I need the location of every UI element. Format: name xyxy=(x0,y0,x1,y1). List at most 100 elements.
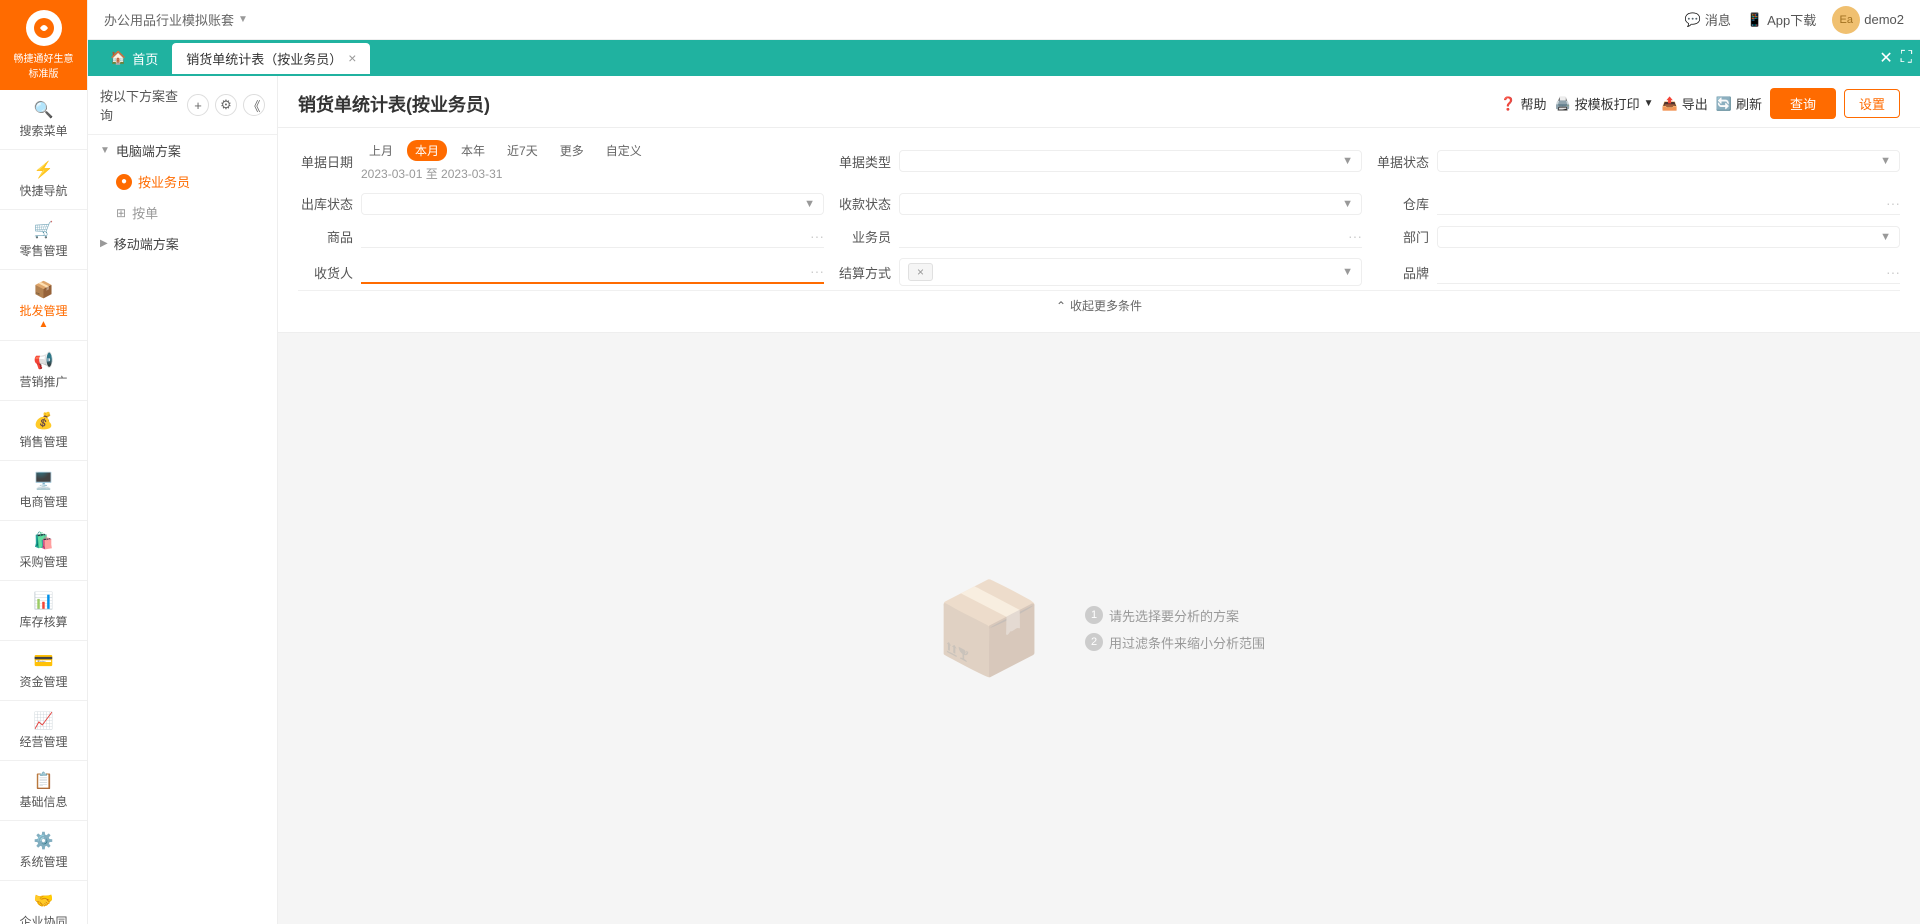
goods-dots-icon[interactable]: ··· xyxy=(810,228,824,244)
user-profile[interactable]: Ea demo2 xyxy=(1832,6,1904,34)
sidebar-item-marketing[interactable]: 📢 营销推广 xyxy=(0,341,87,401)
doctype-select[interactable]: ▼ xyxy=(899,150,1362,172)
page-header: 销货单统计表(按业务员) ❓ 帮助 🖨️ 按模板打印 ▼ 📤 导出 xyxy=(278,76,1920,128)
quicknav-icon: ⚡ xyxy=(34,160,54,180)
date-custom-btn[interactable]: 自定义 xyxy=(598,140,650,161)
salesperson-label: 业务员 xyxy=(836,227,891,246)
settings-scheme-btn[interactable]: ⚙ xyxy=(215,94,237,116)
message-btn[interactable]: 💬 消息 xyxy=(1685,10,1731,29)
print-icon: 🖨️ xyxy=(1554,96,1570,112)
tree-item-salesperson[interactable]: ● 按业务员 xyxy=(88,166,277,197)
sidebar-item-ecom[interactable]: 🖥️ 电商管理 xyxy=(0,461,87,521)
filter-section: 单据日期 上月 本月 本年 近7天 更多 自定义 2023-03-01 至 20… xyxy=(278,128,1920,333)
filter-receiptstatus-col: 收款状态 ▼ xyxy=(836,193,1362,215)
collapse-bar[interactable]: ⌃ 收起更多条件 xyxy=(298,290,1900,320)
tree-item-byorder[interactable]: ⊞ 按单 xyxy=(88,197,277,228)
sidebar: 畅捷通好生意 标准版 🔍 搜索菜单 ⚡ 快捷导航 🛒 零售管理 📦 批发管理 ▲… xyxy=(0,0,88,924)
export-icon: 📤 xyxy=(1662,96,1678,112)
warehouse-label: 仓库 xyxy=(1374,194,1429,213)
main-area: 办公用品行业模拟账套 ▼ 💬 消息 📱 App下载 Ea demo2 🏠 xyxy=(88,0,1920,924)
phone-icon: 📱 xyxy=(1747,12,1763,28)
outstatus-select[interactable]: ▼ xyxy=(361,193,824,215)
date-this-month-btn[interactable]: 本月 xyxy=(407,140,447,161)
tree-group-label: 电脑端方案 xyxy=(116,141,181,160)
sidebar-item-sales[interactable]: 💰 销售管理 xyxy=(0,401,87,461)
order-icon: ⊞ xyxy=(116,206,126,220)
settlement-select[interactable]: × ▼ xyxy=(899,258,1362,286)
department-select[interactable]: ▼ xyxy=(1437,226,1900,248)
sidebar-item-label: 企业协同 xyxy=(19,913,67,924)
filter-outstatus-col: 出库状态 ▼ xyxy=(298,193,824,215)
brand-dots-icon[interactable]: ··· xyxy=(1886,264,1900,280)
tree-toggle-icon: ▶ xyxy=(100,238,108,249)
settlement-tag-close[interactable]: × xyxy=(915,265,926,279)
sidebar-item-finance[interactable]: 💳 资金管理 xyxy=(0,641,87,701)
tab-report[interactable]: 销货单统计表（按业务员） × xyxy=(172,43,370,74)
collapse-up-icon: ⌃ xyxy=(1056,299,1066,313)
tab-close-icon[interactable]: × xyxy=(348,51,356,65)
add-scheme-btn[interactable]: + xyxy=(187,94,209,116)
date-bar: 上月 本月 本年 近7天 更多 自定义 xyxy=(361,140,824,161)
refresh-btn[interactable]: 🔄 刷新 xyxy=(1716,94,1762,113)
basic-icon: 📋 xyxy=(34,771,54,791)
help-icon: ❓ xyxy=(1500,96,1516,112)
settings-button[interactable]: 设置 xyxy=(1844,89,1900,118)
topbar: 办公用品行业模拟账套 ▼ 💬 消息 📱 App下载 Ea demo2 xyxy=(88,0,1920,40)
company-dropdown[interactable]: 办公用品行业模拟账套 ▼ xyxy=(104,10,248,29)
right-main: 销货单统计表(按业务员) ❓ 帮助 🖨️ 按模板打印 ▼ 📤 导出 xyxy=(278,76,1920,924)
sales-icon: 💰 xyxy=(34,411,54,431)
template-print-label: 按模板打印 xyxy=(1575,94,1640,113)
tab-expand-actions: ✕ ⛶ xyxy=(1879,48,1912,68)
sidebar-item-inventory[interactable]: 📊 库存核算 xyxy=(0,581,87,641)
department-arrow-icon: ▼ xyxy=(1880,231,1891,243)
sidebar-item-purchase[interactable]: 🛍️ 采购管理 xyxy=(0,521,87,581)
date-last-month-btn[interactable]: 上月 xyxy=(361,140,401,161)
tabbar: 🏠 首页 销货单统计表（按业务员） × ✕ ⛶ xyxy=(88,40,1920,76)
salesperson-dots-icon[interactable]: ··· xyxy=(1348,228,1362,244)
date-last7-btn[interactable]: 近7天 xyxy=(499,140,546,161)
tab-report-label: 销货单统计表（按业务员） xyxy=(186,49,342,68)
app-download-btn[interactable]: 📱 App下载 xyxy=(1747,10,1816,29)
sidebar-logo: 畅捷通好生意 标准版 xyxy=(0,0,87,90)
export-label: 导出 xyxy=(1682,94,1708,113)
refresh-label: 刷新 xyxy=(1736,94,1762,113)
close-window-icon[interactable]: ✕ xyxy=(1879,48,1892,68)
retail-icon: 🛒 xyxy=(34,220,54,240)
sidebar-item-retail[interactable]: 🛒 零售管理 xyxy=(0,210,87,270)
left-panel: 按以下方案查询 + ⚙ 《 ▼ 电脑端方案 ● 按业务员 ⊞ 按单 xyxy=(88,76,278,924)
sidebar-item-search[interactable]: 🔍 搜索菜单 xyxy=(0,90,87,150)
help-btn[interactable]: ❓ 帮助 xyxy=(1500,94,1546,113)
logo-label: 畅捷通好生意 xyxy=(14,50,74,65)
hint2-num: 2 xyxy=(1085,633,1103,651)
expand-icon[interactable]: ⛶ xyxy=(1901,49,1912,67)
query-button[interactable]: 查询 xyxy=(1770,88,1836,119)
sidebar-item-system[interactable]: ⚙️ 系统管理 xyxy=(0,821,87,881)
sidebar-item-basic[interactable]: 📋 基础信息 xyxy=(0,761,87,821)
tab-home[interactable]: 🏠 首页 xyxy=(96,43,172,74)
date-more-btn[interactable]: 更多 xyxy=(552,140,592,161)
sidebar-item-label: 批发管理 xyxy=(19,302,67,319)
tree-group-label: 移动端方案 xyxy=(114,234,179,253)
hint1-num: 1 xyxy=(1085,606,1103,624)
system-icon: ⚙️ xyxy=(34,831,54,851)
help-label: 帮助 xyxy=(1520,94,1546,113)
empty-state: 1 请先选择要分析的方案 2 用过滤条件来缩小分析范围 xyxy=(1085,606,1265,652)
collapse-panel-btn[interactable]: 《 xyxy=(243,94,265,116)
export-btn[interactable]: 📤 导出 xyxy=(1662,94,1708,113)
receiver-dots-icon[interactable]: ··· xyxy=(810,263,824,279)
docstatus-select[interactable]: ▼ xyxy=(1437,150,1900,172)
tree-item-pc[interactable]: ▼ 电脑端方案 xyxy=(88,135,277,166)
sidebar-item-wholesale[interactable]: 📦 批发管理 ▲ xyxy=(0,270,87,341)
warehouse-dots-icon[interactable]: ··· xyxy=(1886,195,1900,211)
sidebar-item-enterprise[interactable]: 🤝 企业协同 xyxy=(0,881,87,924)
date-label: 单据日期 xyxy=(298,152,353,171)
receiptstatus-select[interactable]: ▼ xyxy=(899,193,1362,215)
tree-item-mobile[interactable]: ▶ 移动端方案 xyxy=(88,228,277,259)
hint2-text: 用过滤条件来缩小分析范围 xyxy=(1109,633,1265,652)
date-this-year-btn[interactable]: 本年 xyxy=(453,140,493,161)
template-print-btn[interactable]: 🖨️ 按模板打印 ▼ xyxy=(1554,94,1653,113)
sidebar-item-quicknav[interactable]: ⚡ 快捷导航 xyxy=(0,150,87,210)
date-range-text: 2023-03-01 至 2023-03-31 xyxy=(361,165,824,182)
sidebar-item-operation[interactable]: 📈 经营管理 xyxy=(0,701,87,761)
enterprise-icon: 🤝 xyxy=(34,891,54,911)
